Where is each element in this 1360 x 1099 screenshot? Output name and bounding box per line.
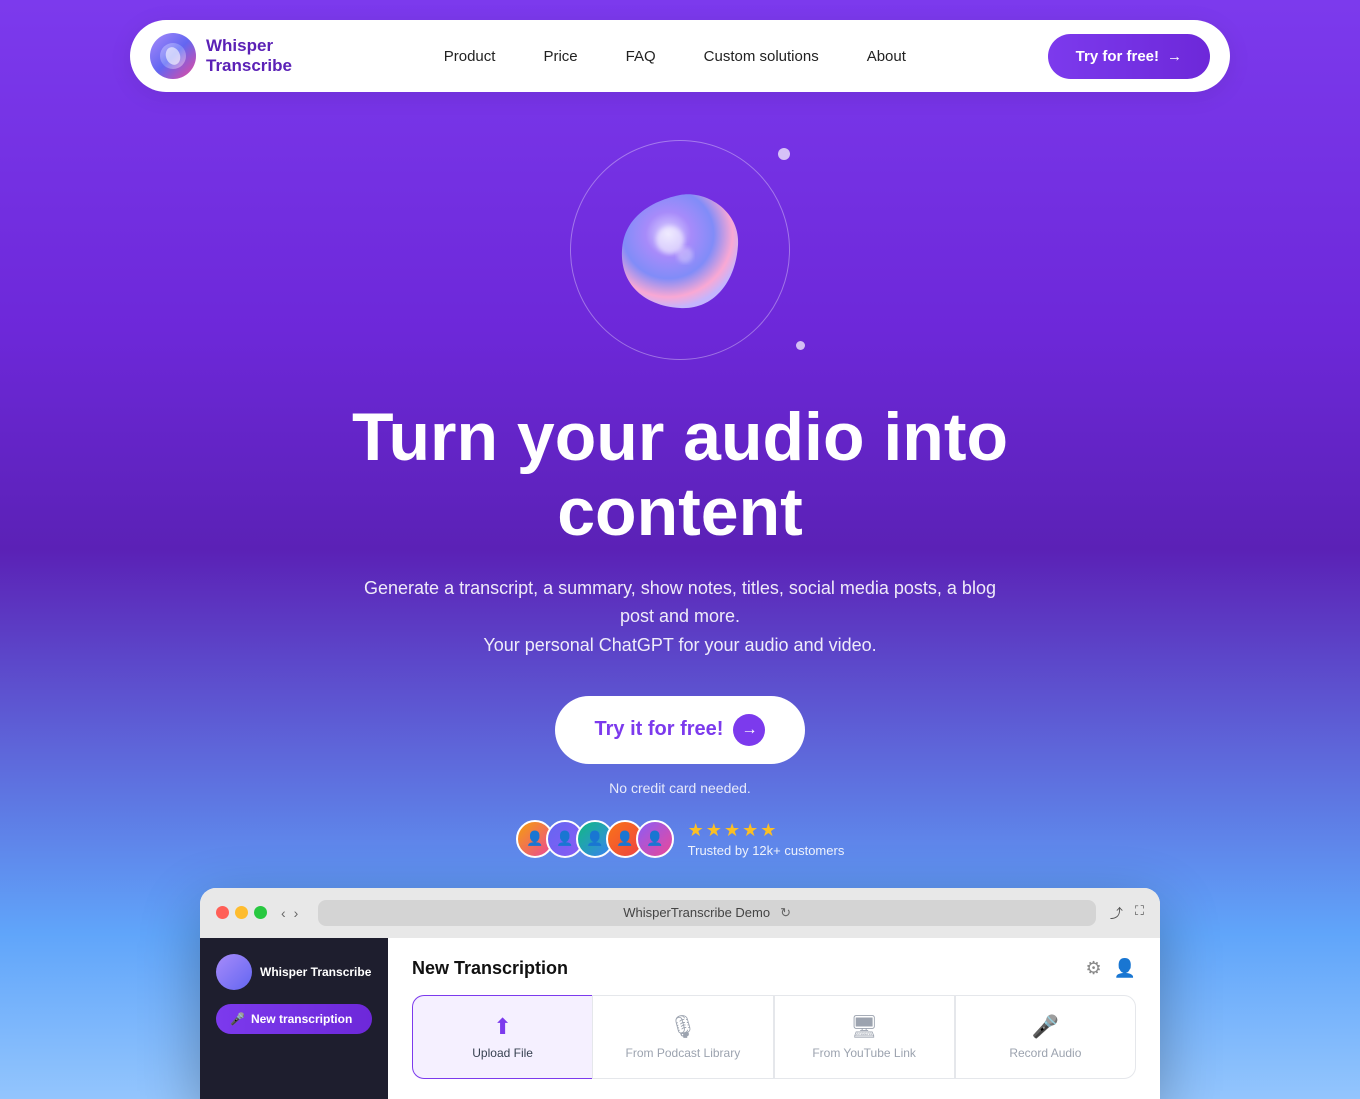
upload-tab-record[interactable]: 🎤 Record Audio — [955, 995, 1136, 1079]
hero-subtitle-line1: Generate a transcript, a summary, show n… — [364, 578, 996, 627]
hero-title: Turn your audio into content — [230, 400, 1130, 550]
url-bar-text: WhisperTranscribe Demo — [623, 905, 770, 920]
sidebar-logo: Whisper Transcribe — [216, 954, 372, 990]
browser-nav-arrows: ‹ › — [281, 905, 298, 921]
navbar: Whisper Transcribe Product Price FAQ Cus… — [130, 20, 1230, 92]
settings-icon[interactable]: ⚙ — [1085, 958, 1101, 979]
upload-file-label: Upload File — [472, 1046, 533, 1060]
sidebar-logo-icon — [216, 954, 252, 990]
hero-cta-arrow-icon: → — [733, 714, 765, 746]
no-credit-card-text: No credit card needed. — [609, 780, 751, 796]
nav-cta-arrow-icon: → — [1167, 48, 1182, 65]
stars-trust-container: ★ ★ ★ ★ ★ Trusted by 12k+ customers — [688, 820, 845, 858]
user-icon[interactable]: 👤 — [1114, 958, 1136, 979]
nav-cta-label: Try for free! — [1076, 48, 1159, 65]
app-sidebar: Whisper Transcribe 🎤 New transcription — [200, 938, 388, 1099]
star-1: ★ — [688, 820, 704, 841]
refresh-icon[interactable]: ↻ — [780, 905, 791, 921]
podcast-label: From Podcast Library — [626, 1046, 741, 1060]
hero-orb — [560, 130, 800, 370]
share-icon[interactable]: ⤴ — [1110, 903, 1123, 922]
star-4: ★ — [742, 820, 758, 841]
nav-links: Product Price FAQ Custom solutions About — [332, 48, 1018, 65]
hero-subtitle-line2: Your personal ChatGPT for your audio and… — [483, 635, 876, 655]
social-proof: 👤 👤 👤 👤 👤 ★ ★ ★ ★ ★ Trusted by 12k+ cust… — [516, 820, 845, 858]
url-bar[interactable]: WhisperTranscribe Demo ↻ — [318, 900, 1096, 926]
upload-tab-youtube[interactable]: 🖥 From YouTube Link — [774, 995, 955, 1079]
avatar-stack: 👤 👤 👤 👤 👤 — [516, 820, 666, 858]
stars-row: ★ ★ ★ ★ ★ — [688, 820, 845, 841]
microphone-icon: 🎤 — [230, 1012, 245, 1026]
forward-arrow-icon[interactable]: › — [294, 905, 299, 921]
record-icon: 🎤 — [1032, 1014, 1059, 1040]
hero-subtitle: Generate a transcript, a summary, show n… — [360, 574, 1000, 660]
traffic-light-close[interactable] — [216, 906, 229, 919]
back-arrow-icon[interactable]: ‹ — [281, 905, 286, 921]
traffic-light-maximize[interactable] — [254, 906, 267, 919]
new-transcription-label: New transcription — [251, 1012, 352, 1026]
nav-custom[interactable]: Custom solutions — [704, 48, 819, 65]
logo-text: Whisper Transcribe — [206, 36, 292, 77]
nav-product[interactable]: Product — [444, 48, 496, 65]
youtube-icon: 🖥 — [850, 1014, 878, 1040]
app-main-header: New Transcription ⚙ 👤 — [412, 958, 1136, 979]
podcast-icon: 🎙 — [669, 1014, 697, 1040]
nav-cta-button[interactable]: Try for free! → — [1048, 34, 1210, 79]
avatar-5: 👤 — [636, 820, 674, 858]
app-screenshot: ‹ › WhisperTranscribe Demo ↻ ⤴ ⛶ Whisper… — [200, 888, 1160, 1099]
app-main-icons: ⚙ 👤 — [1085, 958, 1136, 979]
app-main: New Transcription ⚙ 👤 ⬆ Upload File 🎙 Fr… — [388, 938, 1160, 1099]
hero-cta-button[interactable]: Try it for free! → — [555, 696, 806, 764]
hero-section: Whisper Transcribe Product Price FAQ Cus… — [0, 0, 1360, 1099]
traffic-light-minimize[interactable] — [235, 906, 248, 919]
star-5: ★ — [760, 820, 776, 841]
youtube-label: From YouTube Link — [812, 1046, 916, 1060]
star-3: ★ — [724, 820, 740, 841]
nav-price[interactable]: Price — [543, 48, 577, 65]
fullscreen-icon[interactable]: ⛶ — [1135, 903, 1144, 922]
traffic-lights — [216, 906, 267, 919]
upload-tabs: ⬆ Upload File 🎙 From Podcast Library 🖥 F… — [412, 995, 1136, 1079]
upload-tab-podcast[interactable]: 🎙 From Podcast Library — [592, 995, 773, 1079]
logo-link[interactable]: Whisper Transcribe — [150, 33, 292, 79]
app-content: Whisper Transcribe 🎤 New transcription N… — [200, 938, 1160, 1099]
new-transcription-button[interactable]: 🎤 New transcription — [216, 1004, 372, 1034]
logo-icon — [150, 33, 196, 79]
upload-file-icon: ⬆ — [493, 1014, 511, 1040]
record-label: Record Audio — [1009, 1046, 1081, 1060]
app-titlebar: ‹ › WhisperTranscribe Demo ↻ ⤴ ⛶ — [200, 888, 1160, 938]
nav-about[interactable]: About — [867, 48, 906, 65]
hero-cta-label: Try it for free! — [595, 718, 724, 741]
url-actions: ⤴ ⛶ — [1110, 903, 1144, 922]
orb-dot-2 — [796, 341, 805, 350]
nav-faq[interactable]: FAQ — [626, 48, 656, 65]
upload-tab-file[interactable]: ⬆ Upload File — [412, 995, 592, 1079]
sidebar-logo-text: Whisper Transcribe — [260, 965, 371, 979]
star-2: ★ — [706, 820, 722, 841]
app-main-title: New Transcription — [412, 958, 568, 979]
orb-dot-1 — [778, 148, 790, 160]
trust-text: Trusted by 12k+ customers — [688, 843, 845, 858]
orb-blob — [610, 180, 750, 320]
